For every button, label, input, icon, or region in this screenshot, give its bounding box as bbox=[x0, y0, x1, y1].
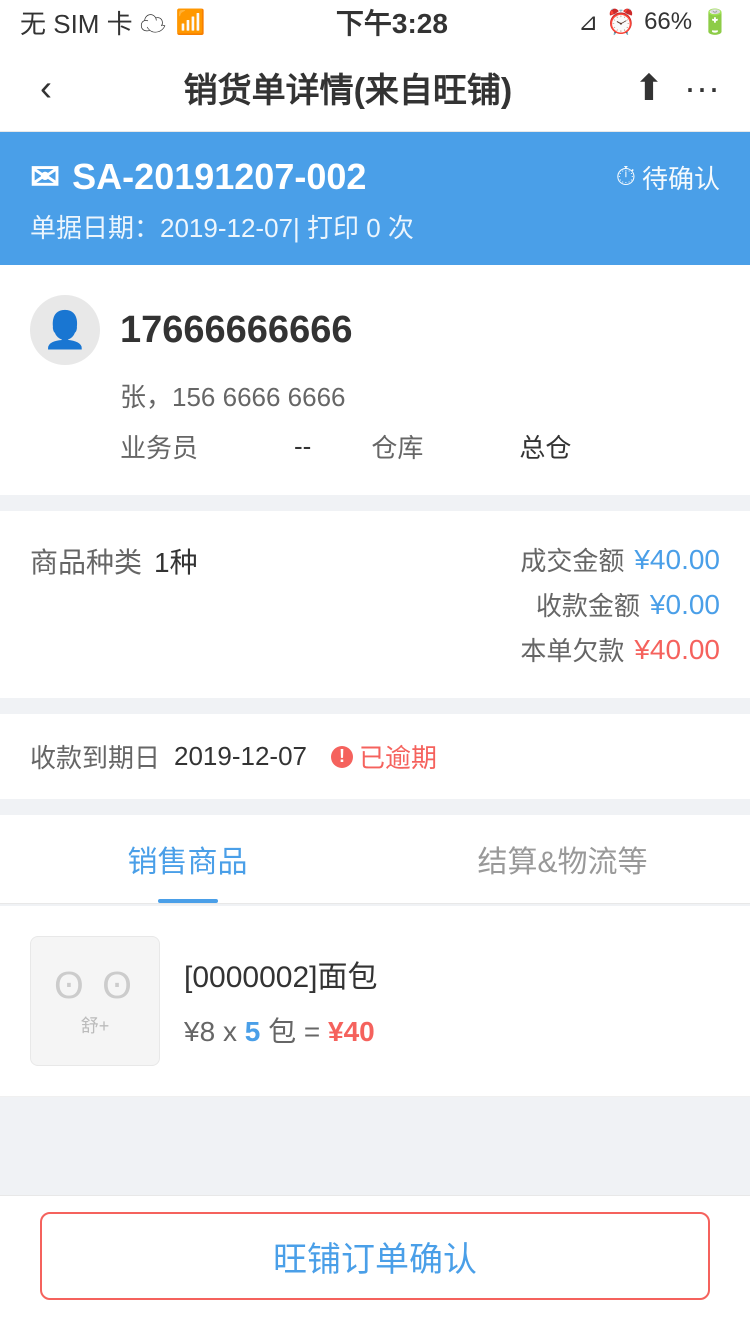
battery-text: 66% bbox=[644, 8, 692, 36]
product-type-value: 1种 bbox=[154, 541, 198, 581]
order-status: ⏱ 待确认 bbox=[616, 159, 720, 196]
nav-bar: ‹ 销货单详情(来自旺铺) ⬆ ··· bbox=[0, 44, 750, 132]
order-header: ✉ SA-20191207-002 ⏱ 待确认 单据日期：2019-12-07|… bbox=[0, 132, 750, 265]
wifi-icon: 📶 bbox=[176, 8, 206, 37]
product-info: [0000002]面包 ¥8 x 5 包 = ¥40 bbox=[184, 952, 720, 1050]
transaction-value: ¥40.00 bbox=[634, 544, 720, 576]
status-right: ⊿ ⏰ 66% 🔋 bbox=[578, 8, 730, 37]
status-left: 无 SIM 卡 ☁ 📶 bbox=[20, 4, 206, 41]
price-multiply: x bbox=[223, 1016, 245, 1047]
status-text: 待确认 bbox=[642, 159, 720, 196]
tab-settlement-label: 结算&物流等 bbox=[477, 837, 647, 881]
customer-avatar: 👤 bbox=[30, 295, 100, 365]
price-base: ¥8 bbox=[184, 1016, 215, 1047]
transaction-amount: 成交金额 ¥40.00 bbox=[520, 541, 720, 578]
tab-underline bbox=[158, 899, 218, 903]
signal-icon: ⊿ bbox=[578, 8, 598, 37]
order-date-label: 单据日期： bbox=[30, 213, 160, 243]
order-icon: ✉ bbox=[30, 156, 60, 198]
customer-top: 👤 17666666666 bbox=[30, 295, 720, 365]
share-button[interactable]: ⬆ bbox=[634, 67, 664, 109]
sales-value: -- bbox=[294, 431, 311, 462]
price-total: ¥40 bbox=[328, 1016, 375, 1047]
customer-section: 👤 17666666666 张，156 6666 6666 业务员 -- 仓库 … bbox=[0, 265, 750, 495]
warehouse-value: 总仓 bbox=[519, 428, 571, 465]
price-equals: = bbox=[304, 1016, 328, 1047]
amounts: 成交金额 ¥40.00 收款金额 ¥0.00 本单欠款 ¥40.00 bbox=[520, 541, 720, 668]
back-button[interactable]: ‹ bbox=[30, 57, 62, 119]
order-date: 单据日期：2019-12-07| 打印 0 次 bbox=[30, 208, 720, 245]
product-item: ʘ ʘ 舒+ [0000002]面包 ¥8 x 5 包 = ¥40 bbox=[0, 906, 750, 1097]
customer-info: 张，156 6666 6666 bbox=[30, 377, 720, 414]
overdue-dot-icon: ! bbox=[331, 746, 353, 768]
tab-products-label: 销售商品 bbox=[128, 837, 248, 881]
debt-value: ¥40.00 bbox=[634, 634, 720, 666]
product-price: ¥8 x 5 包 = ¥40 bbox=[184, 1010, 720, 1050]
products-section: ʘ ʘ 舒+ [0000002]面包 ¥8 x 5 包 = ¥40 bbox=[0, 906, 750, 1097]
status-clock-icon: ⏱ bbox=[616, 161, 636, 193]
transaction-label: 成交金额 bbox=[520, 541, 624, 578]
product-type: 商品种类 1种 bbox=[30, 541, 198, 581]
overdue-badge: ! 已逾期 bbox=[331, 738, 437, 775]
product-type-label: 商品种类 bbox=[30, 541, 142, 581]
order-print-info: | 打印 0 次 bbox=[293, 213, 414, 243]
product-image: ʘ ʘ 舒+ bbox=[30, 936, 160, 1066]
order-header-top: ✉ SA-20191207-002 ⏱ 待确认 bbox=[30, 156, 720, 198]
page-title: 销货单详情(来自旺铺) bbox=[184, 63, 513, 112]
price-unit: 包 bbox=[268, 1016, 296, 1047]
customer-meta: 业务员 -- 仓库 总仓 bbox=[30, 428, 720, 465]
warehouse-meta: 仓库 总仓 bbox=[371, 428, 571, 465]
bottom-bar: 旺铺订单确认 bbox=[0, 1195, 750, 1334]
payment-value: ¥0.00 bbox=[650, 589, 720, 621]
more-button[interactable]: ··· bbox=[684, 67, 720, 109]
clock-icon: ⏰ bbox=[606, 8, 636, 37]
tab-products[interactable]: 销售商品 bbox=[0, 815, 375, 903]
sales-meta: 业务员 -- bbox=[120, 428, 311, 465]
status-time: 下午3:28 bbox=[336, 2, 448, 42]
order-id-text: SA-20191207-002 bbox=[72, 156, 366, 198]
order-id: ✉ SA-20191207-002 bbox=[30, 156, 366, 198]
product-name: [0000002]面包 bbox=[184, 952, 720, 996]
battery-icon: 🔋 bbox=[700, 8, 730, 37]
product-img-placeholder: ʘ ʘ 舒+ bbox=[54, 965, 136, 1038]
due-label: 收款到期日 bbox=[30, 738, 160, 775]
no-sim-text: 无 SIM 卡 ☁ bbox=[20, 4, 166, 41]
avatar-icon: 👤 bbox=[43, 309, 88, 351]
tab-settlement[interactable]: 结算&物流等 bbox=[375, 815, 750, 903]
debt-label: 本单欠款 bbox=[520, 631, 624, 668]
payment-amount: 收款金额 ¥0.00 bbox=[536, 586, 720, 623]
status-bar: 无 SIM 卡 ☁ 📶 下午3:28 ⊿ ⏰ 66% 🔋 bbox=[0, 0, 750, 44]
order-date-value: 2019-12-07 bbox=[160, 213, 293, 243]
nav-actions: ⬆ ··· bbox=[634, 67, 720, 109]
due-date: 2019-12-07 bbox=[174, 741, 307, 772]
owl-text: 舒+ bbox=[81, 1012, 110, 1038]
confirm-button[interactable]: 旺铺订单确认 bbox=[40, 1212, 710, 1300]
customer-phone: 17666666666 bbox=[120, 309, 352, 352]
payment-label: 收款金额 bbox=[536, 586, 640, 623]
owl-icon: ʘ ʘ bbox=[54, 965, 136, 1008]
due-section: 收款到期日 2019-12-07 ! 已逾期 bbox=[0, 714, 750, 799]
price-qty: 5 bbox=[245, 1016, 261, 1047]
overdue-text: 已逾期 bbox=[359, 738, 437, 775]
debt-amount: 本单欠款 ¥40.00 bbox=[520, 631, 720, 668]
warehouse-label: 仓库 bbox=[371, 428, 423, 465]
summary-section: 商品种类 1种 成交金额 ¥40.00 收款金额 ¥0.00 本单欠款 ¥40.… bbox=[0, 511, 750, 698]
tabs-section: 销售商品 结算&物流等 bbox=[0, 815, 750, 904]
sales-label: 业务员 bbox=[120, 428, 198, 465]
summary-row: 商品种类 1种 成交金额 ¥40.00 收款金额 ¥0.00 本单欠款 ¥40.… bbox=[30, 541, 720, 668]
